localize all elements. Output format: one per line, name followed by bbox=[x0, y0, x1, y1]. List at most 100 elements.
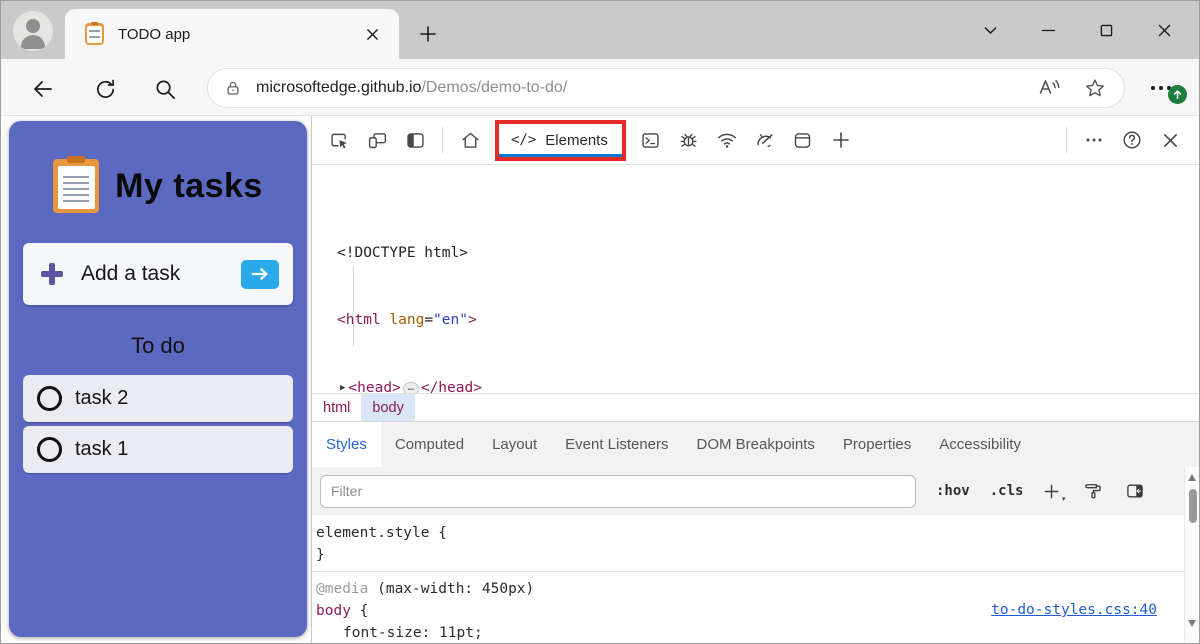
url-text: microsoftedge.github.io/Demos/demo-to-do… bbox=[256, 79, 1018, 97]
scrollbar-thumb[interactable] bbox=[1188, 489, 1197, 523]
search-icon[interactable] bbox=[149, 73, 181, 105]
task-label: task 1 bbox=[75, 438, 129, 460]
more-tools-plus-icon[interactable] bbox=[825, 124, 857, 156]
dom-node-html-open[interactable]: <html lang="en"> bbox=[312, 309, 1199, 332]
task-list: task 2 task 1 bbox=[23, 375, 293, 473]
scroll-down-icon[interactable] bbox=[1188, 620, 1196, 627]
tab-close-icon[interactable] bbox=[359, 21, 385, 47]
todo-app-panel: My tasks Add a task To do task 2 task 1 bbox=[9, 121, 307, 637]
annotation-highlight-elements-tab: </> Elements bbox=[495, 119, 626, 161]
tab-title: TODO app bbox=[118, 25, 191, 43]
read-aloud-icon[interactable] bbox=[1034, 73, 1064, 103]
devtools-toolbar: </> Elements bbox=[312, 116, 1199, 165]
debugger-bug-icon[interactable] bbox=[673, 124, 705, 156]
refresh-icon[interactable] bbox=[89, 73, 121, 105]
task-item[interactable]: task 2 bbox=[23, 375, 293, 422]
profile-avatar[interactable] bbox=[13, 11, 53, 51]
app-title: My tasks bbox=[115, 166, 263, 205]
styles-filter-bar: :hov .cls ▾ bbox=[312, 467, 1199, 515]
task-item[interactable]: task 1 bbox=[23, 426, 293, 473]
styles-scrollbar[interactable] bbox=[1184, 467, 1199, 643]
todo-section-title: To do bbox=[131, 333, 185, 358]
minimize-button[interactable] bbox=[1019, 9, 1077, 51]
task-checkbox[interactable] bbox=[37, 386, 62, 411]
clipboard-logo-icon bbox=[53, 155, 100, 213]
rule-divider bbox=[312, 571, 1199, 572]
task-label: task 2 bbox=[75, 387, 129, 409]
styles-filter-input[interactable] bbox=[320, 474, 916, 508]
home-icon[interactable] bbox=[454, 124, 486, 156]
breadcrumb-html[interactable]: html bbox=[312, 394, 361, 421]
tab-favicon-clipboard-icon bbox=[85, 21, 104, 45]
devtools-panel: </> Elements <!DOCTYPE html> <html lang=… bbox=[311, 116, 1199, 643]
styles-pane: element.style { } @media (max-width: 450… bbox=[312, 515, 1199, 643]
tab-properties[interactable]: Properties bbox=[829, 422, 925, 467]
window-controls bbox=[961, 9, 1193, 51]
device-emulation-icon[interactable] bbox=[361, 124, 393, 156]
favorites-star-icon[interactable] bbox=[1080, 73, 1110, 103]
scroll-up-icon[interactable] bbox=[1188, 474, 1196, 481]
dropdown-caret-icon: ▾ bbox=[1061, 496, 1066, 503]
new-tab-button[interactable] bbox=[413, 19, 443, 49]
breadcrumb-body[interactable]: body bbox=[361, 394, 415, 421]
tab-strip: TODO app bbox=[1, 1, 1199, 59]
browser-tab[interactable]: TODO app bbox=[65, 9, 399, 59]
expand-arrow-icon[interactable]: ▶ bbox=[340, 383, 345, 393]
app-header: My tasks bbox=[9, 155, 307, 213]
url-path: /Demos/demo-to-do/ bbox=[421, 79, 568, 96]
close-window-button[interactable] bbox=[1135, 9, 1193, 51]
code-brackets-icon: </> bbox=[511, 132, 537, 148]
dom-tree: <!DOCTYPE html> <html lang="en"> ▶ <head>… bbox=[312, 165, 1199, 393]
elements-tab-label: Elements bbox=[545, 131, 608, 149]
css-declaration[interactable]: font-size: 11pt; bbox=[316, 622, 1199, 643]
tab-actions-chevron-icon[interactable] bbox=[961, 9, 1019, 51]
sidebar-pane-tabs: Styles Computed Layout Event Listeners D… bbox=[312, 421, 1199, 467]
application-storage-icon[interactable] bbox=[787, 124, 819, 156]
help-icon[interactable] bbox=[1116, 124, 1148, 156]
add-task-input[interactable]: Add a task bbox=[81, 262, 180, 286]
task-checkbox[interactable] bbox=[37, 437, 62, 462]
tab-computed[interactable]: Computed bbox=[381, 422, 478, 467]
collapsed-content-icon[interactable]: … bbox=[402, 381, 419, 393]
maximize-button[interactable] bbox=[1077, 9, 1135, 51]
dom-node-head[interactable]: ▶ <head>… </head> bbox=[312, 377, 1199, 393]
inline-style-rule[interactable]: element.style { bbox=[316, 522, 1199, 544]
tab-elements[interactable]: </> Elements bbox=[499, 123, 622, 157]
add-task-submit-button[interactable] bbox=[241, 259, 279, 289]
toolbar-divider bbox=[1066, 127, 1067, 153]
browser-toolbar: microsoftedge.github.io/Demos/demo-to-do… bbox=[1, 59, 1199, 116]
tab-event-listeners[interactable]: Event Listeners bbox=[551, 422, 682, 467]
rendering-brush-icon[interactable] bbox=[1079, 477, 1107, 505]
add-task-form[interactable]: Add a task bbox=[23, 243, 293, 305]
url-domain: microsoftedge.github.io bbox=[256, 79, 422, 96]
tab-accessibility[interactable]: Accessibility bbox=[925, 422, 1035, 467]
close-devtools-icon[interactable] bbox=[1154, 124, 1186, 156]
network-wifi-icon[interactable] bbox=[711, 124, 743, 156]
toggle-element-classes[interactable]: .cls bbox=[990, 483, 1024, 499]
devtools-menu-icon[interactable] bbox=[1078, 124, 1110, 156]
update-available-badge bbox=[1168, 85, 1187, 104]
activity-bar-layout-icon[interactable] bbox=[399, 124, 431, 156]
stylesheet-source-link[interactable]: to-do-styles.css:40 bbox=[991, 599, 1157, 621]
performance-gauge-icon[interactable] bbox=[749, 124, 781, 156]
browser-window: TODO app microsoftedge.github.io/Demos/d… bbox=[0, 0, 1200, 644]
back-icon[interactable] bbox=[27, 73, 59, 105]
dom-breadcrumb: html body bbox=[312, 393, 1199, 421]
page-viewport: My tasks Add a task To do task 2 task 1 bbox=[1, 116, 311, 643]
tab-styles[interactable]: Styles bbox=[312, 422, 381, 467]
browser-menu-button[interactable] bbox=[1149, 73, 1187, 105]
lock-icon[interactable] bbox=[224, 79, 242, 97]
tab-layout[interactable]: Layout bbox=[478, 422, 551, 467]
toolbar-divider bbox=[442, 127, 443, 153]
inline-style-rule-close: } bbox=[316, 547, 325, 563]
expand-sidebar-panel-icon[interactable] bbox=[1121, 477, 1149, 505]
dom-node-doctype[interactable]: <!DOCTYPE html> bbox=[312, 242, 1199, 265]
address-bar[interactable]: microsoftedge.github.io/Demos/demo-to-do… bbox=[207, 68, 1125, 108]
inspect-element-icon[interactable] bbox=[323, 124, 355, 156]
new-style-rule-icon[interactable]: ▾ bbox=[1037, 477, 1065, 505]
indent-guide bbox=[353, 266, 354, 346]
console-icon[interactable] bbox=[635, 124, 667, 156]
toggle-hover-state[interactable]: :hov bbox=[936, 483, 970, 499]
tab-dom-breakpoints[interactable]: DOM Breakpoints bbox=[683, 422, 829, 467]
media-query-rule[interactable]: @media (max-width: 450px) bbox=[316, 578, 1199, 600]
